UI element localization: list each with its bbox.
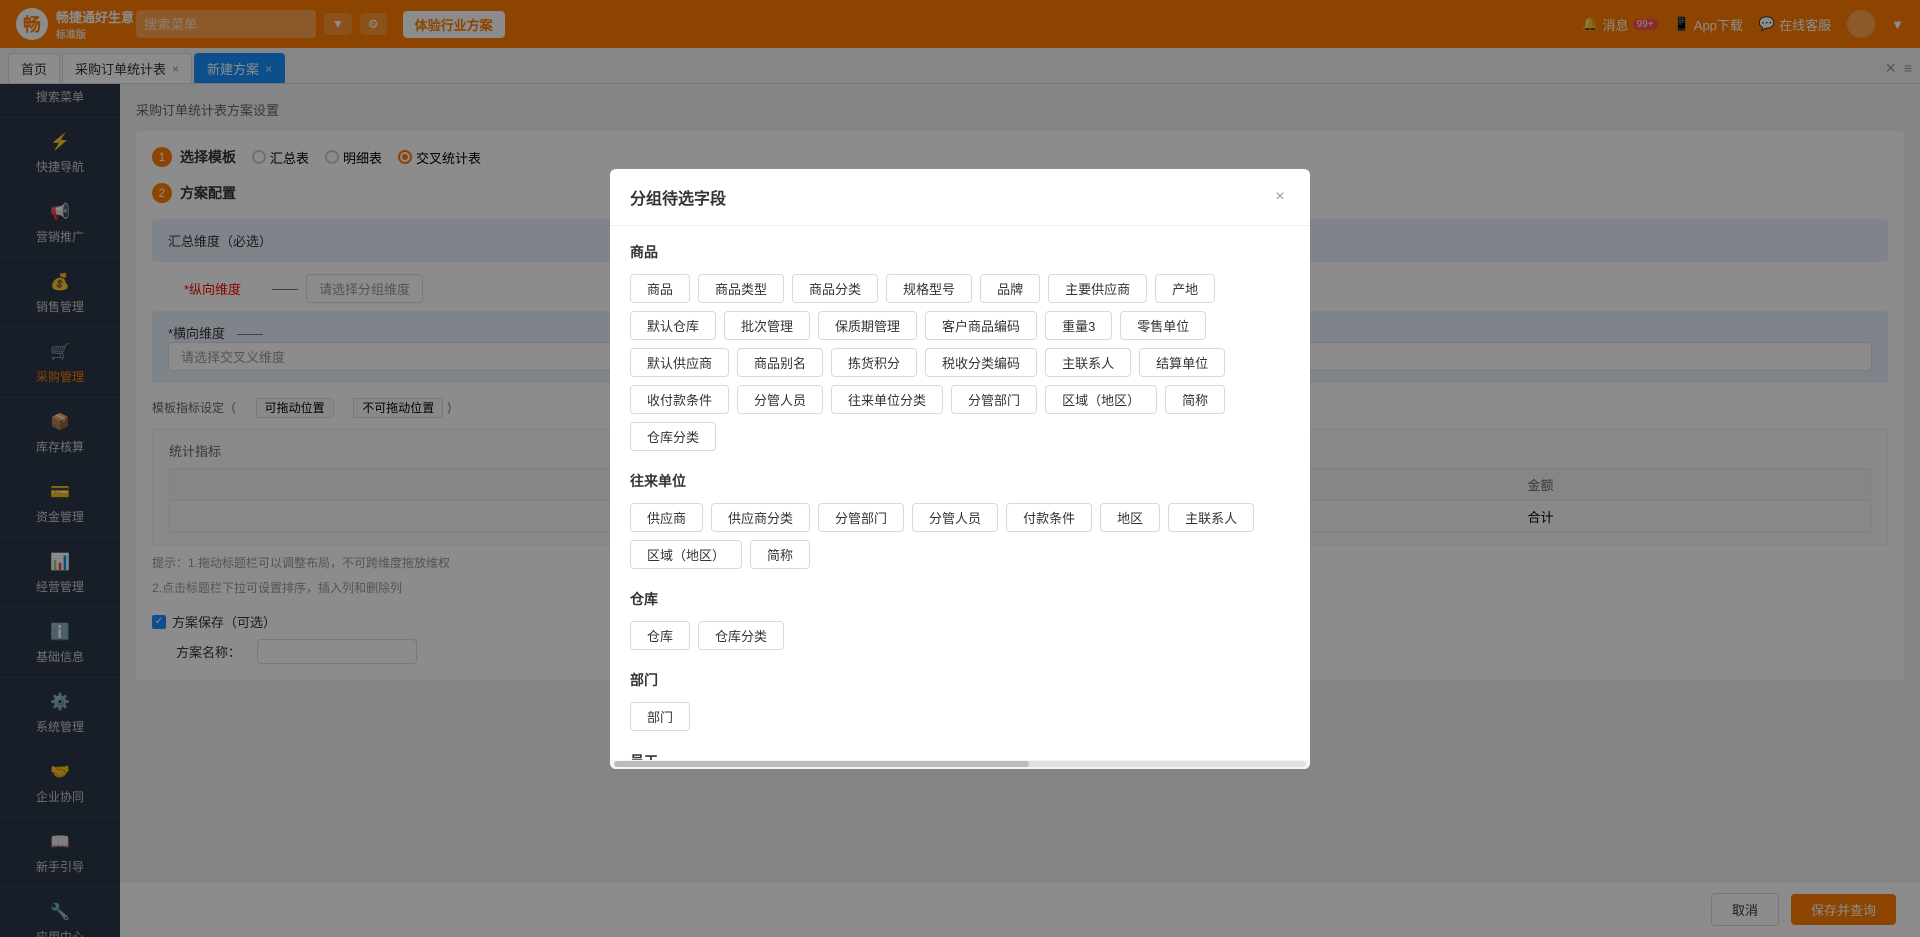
field-tag-origin[interactable]: 产地	[1155, 274, 1215, 303]
field-group-product-title: 商品	[630, 242, 1290, 262]
field-group-employee-title: 员工	[630, 751, 1290, 761]
field-tag-warehouse-category[interactable]: 仓库分类	[630, 422, 716, 451]
field-tag-product[interactable]: 商品	[630, 274, 690, 303]
field-tag-partner-category[interactable]: 往来单位分类	[831, 385, 943, 414]
field-tag-payment-terms2[interactable]: 付款条件	[1006, 503, 1092, 532]
field-tag-pick-points[interactable]: 拣货积分	[831, 348, 917, 377]
modal-body[interactable]: 商品 商品 商品类型 商品分类 规格型号 品牌 主要供应商 产地 默认仓库 批次…	[610, 226, 1310, 761]
field-tag-default-supplier[interactable]: 默认供应商	[630, 348, 729, 377]
field-tag-dept2[interactable]: 分管部门	[818, 503, 904, 532]
field-tag-supervisor[interactable]: 分管人员	[737, 385, 823, 414]
field-tag-main-supplier[interactable]: 主要供应商	[1048, 274, 1147, 303]
field-group-warehouse-title: 仓库	[630, 589, 1290, 609]
field-tag-supervisor2[interactable]: 分管人员	[912, 503, 998, 532]
field-tag-batch-mgmt[interactable]: 批次管理	[724, 311, 810, 340]
field-tag-region[interactable]: 区域（地区）	[1045, 385, 1157, 414]
field-tag-main-contact2[interactable]: 主联系人	[1168, 503, 1254, 532]
field-tags-partner: 供应商 供应商分类 分管部门 分管人员 付款条件 地区 主联系人 区域（地区） …	[630, 503, 1290, 569]
field-tag-customer-code[interactable]: 客户商品编码	[925, 311, 1037, 340]
field-tag-short-name[interactable]: 简称	[1165, 385, 1225, 414]
field-tag-product-category[interactable]: 商品分类	[792, 274, 878, 303]
field-group-employee: 员工 业务员	[630, 751, 1290, 761]
field-tag-settlement-unit[interactable]: 结算单位	[1139, 348, 1225, 377]
field-tag-warehouse[interactable]: 仓库	[630, 621, 690, 650]
field-group-dept: 部门 部门	[630, 670, 1290, 731]
field-tags-dept: 部门	[630, 702, 1290, 731]
field-tag-weight[interactable]: 重量3	[1045, 311, 1112, 340]
field-tag-warehouse-cat[interactable]: 仓库分类	[698, 621, 784, 650]
modal-dialog: 分组待选字段 × 商品 商品 商品类型 商品分类 规格型号 品牌 主要供应商 产…	[610, 169, 1310, 769]
field-group-dept-title: 部门	[630, 670, 1290, 690]
field-tag-expiry-mgmt[interactable]: 保质期管理	[818, 311, 917, 340]
modal-overlay: 分组待选字段 × 商品 商品 商品类型 商品分类 规格型号 品牌 主要供应商 产…	[0, 0, 1920, 937]
field-tag-brand[interactable]: 品牌	[980, 274, 1040, 303]
field-tag-dept-main[interactable]: 部门	[630, 702, 690, 731]
field-tag-area[interactable]: 地区	[1100, 503, 1160, 532]
hscroll-thumb	[614, 761, 1029, 767]
field-tag-dept[interactable]: 分管部门	[951, 385, 1037, 414]
field-tag-default-warehouse[interactable]: 默认仓库	[630, 311, 716, 340]
modal-close-button[interactable]: ×	[1270, 187, 1290, 207]
field-tag-supplier[interactable]: 供应商	[630, 503, 703, 532]
modal-header: 分组待选字段 ×	[610, 169, 1310, 226]
field-tag-tax-code[interactable]: 税收分类编码	[925, 348, 1037, 377]
field-tag-product-type[interactable]: 商品类型	[698, 274, 784, 303]
field-tag-payment-terms[interactable]: 收付款条件	[630, 385, 729, 414]
field-tags-warehouse: 仓库 仓库分类	[630, 621, 1290, 650]
field-tag-supplier-category[interactable]: 供应商分类	[711, 503, 810, 532]
field-group-product: 商品 商品 商品类型 商品分类 规格型号 品牌 主要供应商 产地 默认仓库 批次…	[630, 242, 1290, 451]
field-tag-retail-unit[interactable]: 零售单位	[1120, 311, 1206, 340]
hscroll-track	[614, 761, 1306, 767]
field-tag-short-name2[interactable]: 简称	[750, 540, 810, 569]
field-tag-region2[interactable]: 区域（地区）	[630, 540, 742, 569]
field-group-warehouse: 仓库 仓库 仓库分类	[630, 589, 1290, 650]
field-group-partner: 往来单位 供应商 供应商分类 分管部门 分管人员 付款条件 地区 主联系人 区域…	[630, 471, 1290, 569]
field-tags-product: 商品 商品类型 商品分类 规格型号 品牌 主要供应商 产地 默认仓库 批次管理 …	[630, 274, 1290, 451]
modal-hscroll[interactable]	[610, 760, 1310, 768]
modal-title: 分组待选字段	[630, 185, 726, 209]
field-tag-spec-model[interactable]: 规格型号	[886, 274, 972, 303]
field-tag-product-alias[interactable]: 商品别名	[737, 348, 823, 377]
field-tag-main-contact[interactable]: 主联系人	[1045, 348, 1131, 377]
field-group-partner-title: 往来单位	[630, 471, 1290, 491]
